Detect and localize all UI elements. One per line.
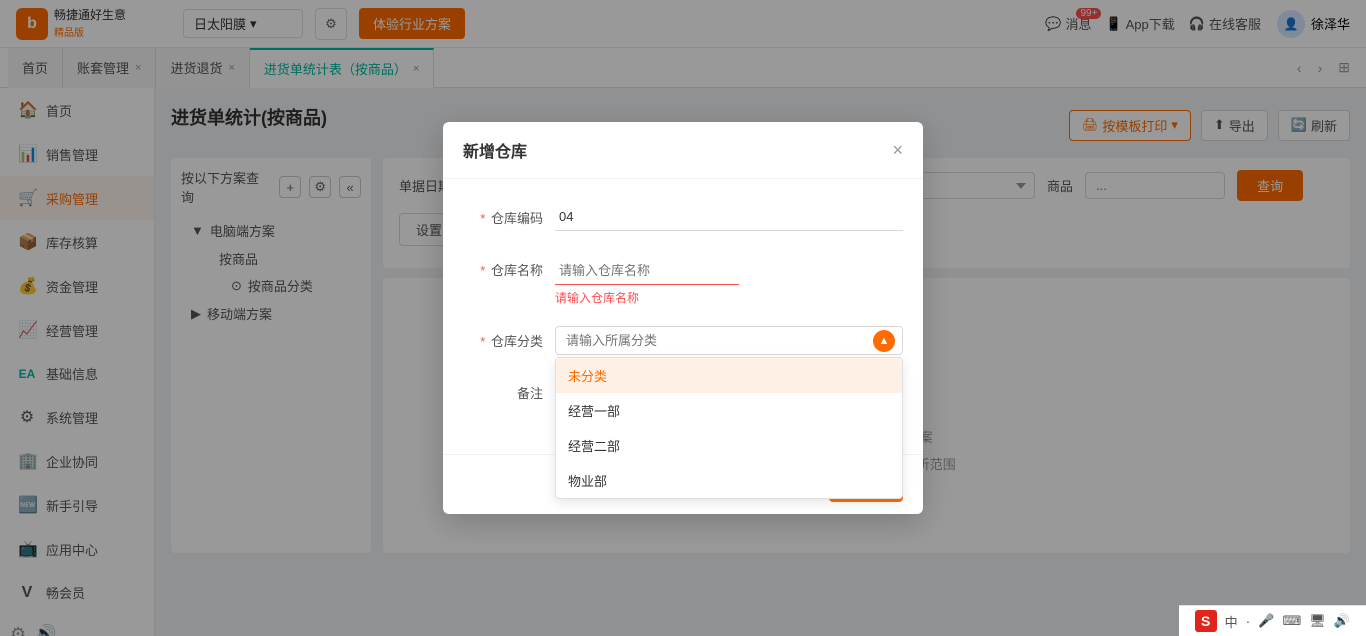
modal-title: 新增仓库 [463,138,527,162]
modal-header: 新增仓库 × [443,122,923,179]
bottom-bar: S 中 · 🎤 ⌨ 🖥 🔊 [1179,605,1366,636]
dropdown-item-none[interactable]: 未分类 [556,358,902,393]
new-warehouse-modal: 新增仓库 × * 仓库编码 * 仓库名称 [443,122,923,514]
warehouse-category-label: * 仓库分类 [463,326,543,358]
dropdown-item-dept1[interactable]: 经营一部 [556,393,902,428]
warehouse-code-label: * 仓库编码 [463,203,543,235]
chinese-input-icon[interactable]: 中 [1225,612,1238,631]
note-label: 备注 [463,378,543,410]
warehouse-category-input[interactable] [555,326,903,355]
warehouse-name-label: * 仓库名称 [463,255,543,287]
warehouse-name-row: * 仓库名称 请输入仓库名称 [463,255,903,306]
modal-body: * 仓库编码 * 仓库名称 请输入仓库名称 [443,179,923,454]
modal-close-button[interactable]: × [892,140,903,161]
dropdown-item-dept2[interactable]: 经营二部 [556,428,902,463]
keyboard-icon[interactable]: ⌨ [1283,613,1302,629]
warehouse-category-select-wrapper: ▲ 未分类 经营一部 经营二部 物业部 [555,326,903,355]
warehouse-code-row: * 仓库编码 [463,203,903,235]
warehouse-category-row: * 仓库分类 ▲ 未分类 经营一部 经营二部 物业部 [463,326,903,358]
warehouse-name-input[interactable] [555,257,739,285]
s-logo-icon: S [1195,610,1217,632]
mic-icon[interactable]: 🎤 [1258,613,1274,629]
category-dropdown-list: 未分类 经营一部 经营二部 物业部 [555,357,903,499]
dot-separator: · [1246,613,1251,629]
dropdown-item-dept3[interactable]: 物业部 [556,463,902,498]
screen-icon[interactable]: 🖥 [1309,613,1326,629]
modal-overlay: 新增仓库 × * 仓库编码 * 仓库名称 [0,0,1366,636]
warehouse-code-input[interactable] [555,203,903,231]
volume-icon[interactable]: 🔊 [1334,613,1350,629]
warehouse-name-error: 请输入仓库名称 [555,291,639,305]
